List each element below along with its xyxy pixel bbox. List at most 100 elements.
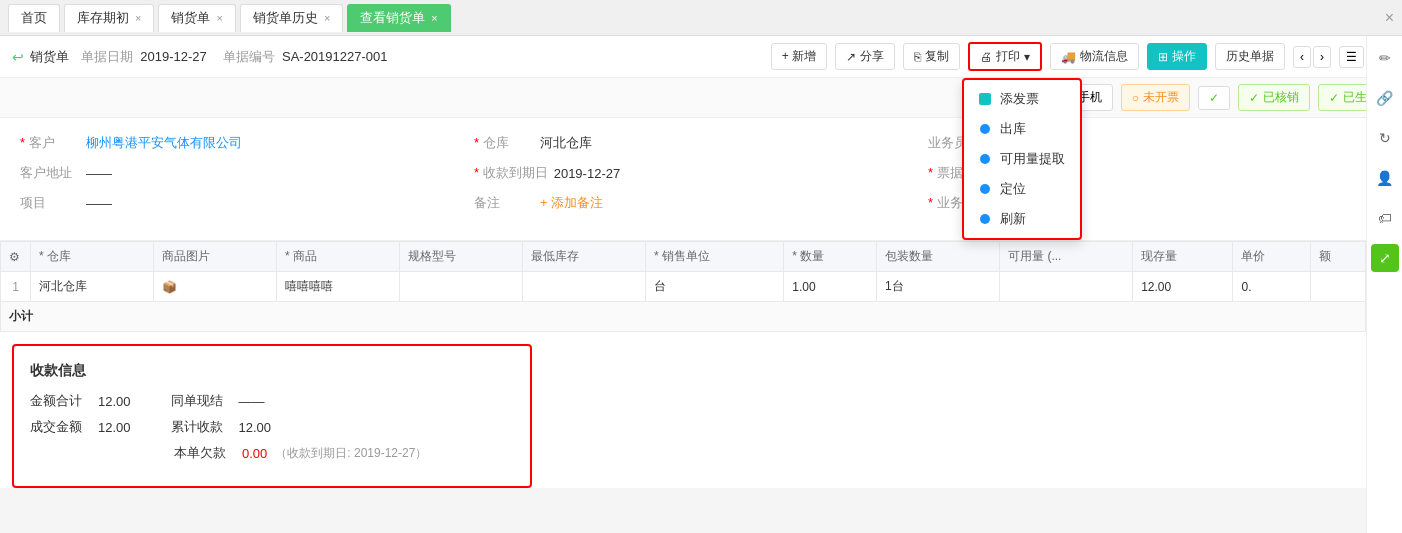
- form-row-2: 客户地址 —— 收款到期日 2019-12-27 票据类型 不开票: [20, 164, 1382, 182]
- print-dropdown-container: 🖨 打印 ▾ 添发票 出库 可用量提取: [968, 42, 1042, 71]
- prev-button[interactable]: ‹: [1293, 46, 1311, 68]
- next-button[interactable]: ›: [1313, 46, 1331, 68]
- row-warehouse: 河北仓库: [31, 272, 154, 302]
- toolbar-left: ↩ 销货单 单据日期 2019-12-27 单据编号 SA-20191227-0…: [12, 48, 388, 66]
- menu-out-stock[interactable]: 出库: [964, 114, 1080, 144]
- add-remark-button[interactable]: + 添加备注: [540, 194, 603, 212]
- warehouse-label: 仓库: [474, 134, 534, 152]
- sidebar-link-icon[interactable]: 🔗: [1371, 84, 1399, 112]
- row-product: 嘻嘻嘻嘻: [277, 272, 400, 302]
- address-label: 客户地址: [20, 164, 80, 182]
- tab-sales-order-close[interactable]: ×: [216, 12, 222, 24]
- same-order-item: 同单现结 ——: [171, 392, 265, 410]
- col-gear[interactable]: ⚙: [1, 242, 31, 272]
- customer-value[interactable]: 柳州粤港平安气体有限公司: [86, 134, 242, 152]
- sidebar-tag-icon[interactable]: 🏷: [1371, 204, 1399, 232]
- cumulative-item: 累计收款 12.00: [171, 418, 272, 436]
- row-min-stock: [523, 272, 646, 302]
- form-section: 客户 柳州粤港平安气体有限公司 仓库 河北仓库 业务员 演示账号 客户地址 ——…: [0, 118, 1402, 241]
- operate-dropdown-menu: 添发票 出库 可用量提取 定位: [962, 78, 1082, 240]
- locate-icon: [978, 182, 992, 196]
- sidebar-edit-icon[interactable]: ✏: [1371, 44, 1399, 72]
- table-header-row: ⚙ * 仓库 商品图片 * 商品 规格型号 最低库存 * 销售单位 * 数量 包…: [1, 242, 1366, 272]
- doc-icon: ↩: [12, 49, 24, 65]
- list-view-button[interactable]: ☰: [1339, 46, 1364, 68]
- sidebar-refresh-icon[interactable]: ↻: [1371, 124, 1399, 152]
- subtotal-label: 小计: [1, 302, 1366, 332]
- row-current-qty: 12.00: [1133, 272, 1233, 302]
- current-owe-value: 0.00: [242, 446, 267, 461]
- tab-view-sales-close[interactable]: ×: [431, 12, 437, 24]
- col-sales-unit: * 销售单位: [646, 242, 784, 272]
- menu-add-invoice[interactable]: 添发票: [964, 84, 1080, 114]
- nav-arrows: ‹ ›: [1293, 46, 1331, 68]
- sidebar-user-icon[interactable]: 👤: [1371, 164, 1399, 192]
- tab-inventory-init-close[interactable]: ×: [135, 12, 141, 24]
- doc-type-label: 销货单: [30, 48, 69, 66]
- tab-sales-order-label: 销货单: [171, 9, 210, 27]
- tab-home-label: 首页: [21, 9, 47, 27]
- tab-sales-history-close[interactable]: ×: [324, 12, 330, 24]
- table-row: 1 河北仓库 📦 嘻嘻嘻嘻 台 1.00 1台 12.00 0.: [1, 272, 1366, 302]
- row-product-img: 📦: [154, 272, 277, 302]
- tab-sales-history[interactable]: 销货单历史 ×: [240, 4, 343, 32]
- payment-row-3: 本单欠款 0.00 （收款到期日: 2019-12-27）: [30, 444, 514, 462]
- current-owe-item: 本单欠款 0.00 （收款到期日: 2019-12-27）: [174, 444, 427, 462]
- copy-button[interactable]: ⎘ 复制: [903, 43, 960, 70]
- tab-sales-history-label: 销货单历史: [253, 9, 318, 27]
- tab-sales-order[interactable]: 销货单 ×: [158, 4, 235, 32]
- project-group: 项目 ——: [20, 194, 474, 212]
- same-order-value: ——: [239, 394, 265, 409]
- share-button[interactable]: ↗ 分享: [835, 43, 895, 70]
- toolbar-right: + 新增 ↗ 分享 ⎘ 复制 🖨 打印 ▾ 添: [771, 42, 1390, 71]
- print-button[interactable]: 🖨 打印 ▾: [968, 42, 1042, 71]
- new-button[interactable]: + 新增: [771, 43, 827, 70]
- table-section: ⚙ * 仓库 商品图片 * 商品 规格型号 最低库存 * 销售单位 * 数量 包…: [0, 241, 1402, 332]
- menu-refresh[interactable]: 刷新: [964, 204, 1080, 234]
- col-available: 可用量 (...: [1000, 242, 1133, 272]
- tab-inventory-init[interactable]: 库存期初 ×: [64, 4, 154, 32]
- due-date-group: 收款到期日 2019-12-27: [474, 164, 928, 182]
- menu-locate[interactable]: 定位: [964, 174, 1080, 204]
- checked-button[interactable]: ✓ 已核销: [1238, 84, 1310, 111]
- col-product: * 商品: [277, 242, 400, 272]
- row-spec: [400, 272, 523, 302]
- payment-section: 收款信息 金额合计 12.00 同单现结 —— 成交金额 12.00 累计收款 …: [12, 344, 532, 488]
- tab-bar: 首页 库存期初 × 销货单 × 销货单历史 × 查看销货单 × ×: [0, 0, 1402, 36]
- current-owe-label: 本单欠款: [174, 444, 234, 462]
- row-amount: [1311, 272, 1366, 302]
- number-value: SA-20191227-001: [282, 49, 388, 64]
- sidebar-expand-icon[interactable]: ⤢: [1371, 244, 1399, 272]
- available-qty-icon: [978, 152, 992, 166]
- operate-button[interactable]: ⊞ 操作: [1147, 43, 1207, 70]
- unchecked-button[interactable]: ○ 未开票: [1121, 84, 1190, 111]
- tab-inventory-init-label: 库存期初: [77, 9, 129, 27]
- remark-group: 备注 + 添加备注: [474, 194, 928, 212]
- check-icon: ✓: [1209, 91, 1219, 105]
- col-amount: 额: [1311, 242, 1366, 272]
- menu-available-qty[interactable]: 可用量提取: [964, 144, 1080, 174]
- circle-icon: ○: [1132, 91, 1139, 105]
- logistics-icon: 🚚: [1061, 50, 1076, 64]
- check-icon-button[interactable]: ✓: [1198, 86, 1230, 110]
- refresh-icon: [978, 212, 992, 226]
- form-row-3: 项目 —— 备注 + 添加备注 业务员孟 ——: [20, 194, 1382, 212]
- history-button[interactable]: 历史单据: [1215, 43, 1285, 70]
- warehouse-group: 仓库 河北仓库: [474, 134, 928, 152]
- tab-view-sales[interactable]: 查看销货单 ×: [347, 4, 450, 32]
- project-label: 项目: [20, 194, 80, 212]
- print-arrow-icon: ▾: [1024, 50, 1030, 64]
- warehouse-value: 河北仓库: [540, 134, 592, 152]
- tab-home[interactable]: 首页: [8, 4, 60, 32]
- copy-icon: ⎘: [914, 50, 921, 64]
- due-date-value: 2019-12-27: [554, 166, 621, 181]
- col-product-img: 商品图片: [154, 242, 277, 272]
- main-content: ↩ 销货单 单据日期 2019-12-27 单据编号 SA-20191227-0…: [0, 36, 1402, 488]
- toolbar: ↩ 销货单 单据日期 2019-12-27 单据编号 SA-20191227-0…: [0, 36, 1402, 78]
- close-all-button[interactable]: ×: [1385, 9, 1394, 27]
- logistics-button[interactable]: 🚚 物流信息: [1050, 43, 1139, 70]
- form-row-1: 客户 柳州粤港平安气体有限公司 仓库 河北仓库 业务员 演示账号: [20, 134, 1382, 152]
- doc-meta: 单据日期 2019-12-27 单据编号 SA-20191227-001: [81, 48, 388, 66]
- row-sales-unit: 台: [646, 272, 784, 302]
- due-hint: （收款到期日: 2019-12-27）: [275, 445, 427, 462]
